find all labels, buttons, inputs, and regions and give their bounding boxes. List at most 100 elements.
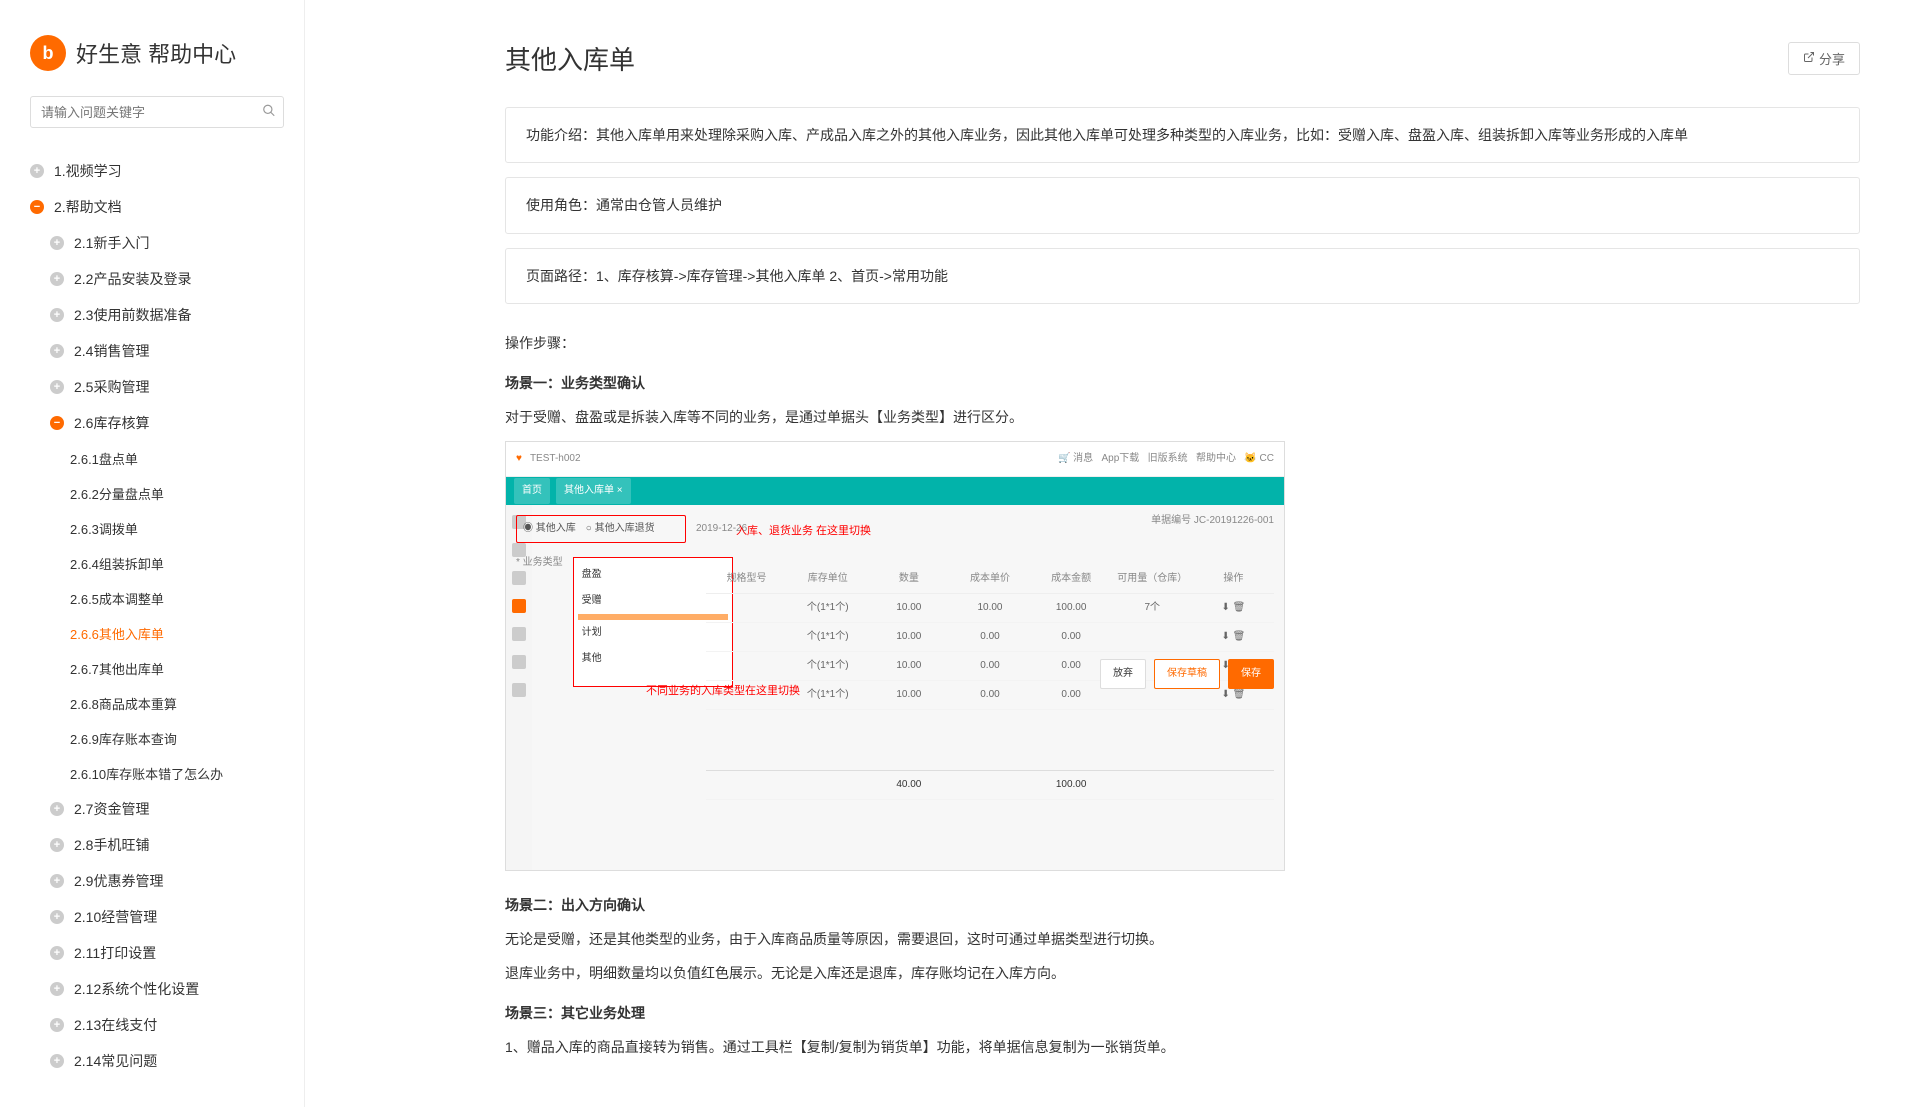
share-button[interactable]: 分享 xyxy=(1788,42,1860,75)
scene3-title: 场景三：其它业务处理 xyxy=(505,999,1860,1027)
expand-icon xyxy=(50,308,64,322)
logo: b 好生意 帮助中心 xyxy=(30,35,284,71)
tab-home: 首页 xyxy=(514,478,550,504)
nav-item[interactable]: 2.14常见问题 xyxy=(30,1043,284,1079)
nav-item[interactable]: 2.8手机旺铺 xyxy=(30,827,284,863)
sum-qty: 40.00 xyxy=(868,775,949,795)
share-icon xyxy=(1803,51,1815,66)
nav-label: 2.6.10库存账本错了怎么办 xyxy=(70,764,223,783)
intro-box: 功能介绍：其他入库单用来处理除采购入库、产成品入库之外的其他入库业务，因此其他入… xyxy=(505,107,1860,163)
nav-label: 1.视频学习 xyxy=(54,161,122,181)
nav-item[interactable]: 2.6.1盘点单 xyxy=(30,441,284,476)
path-label: 页面路径： xyxy=(526,268,596,284)
nav-label: 2.6.4组装拆卸单 xyxy=(70,554,164,573)
collapse-icon xyxy=(30,200,44,214)
expand-icon xyxy=(50,272,64,286)
intro-text: 其他入库单用来处理除采购入库、产成品入库之外的其他入库业务，因此其他入库单可处理… xyxy=(596,127,1688,143)
nav-label: 2.7资金管理 xyxy=(74,799,149,819)
nav-item[interactable]: 2.13在线支付 xyxy=(30,1007,284,1043)
search-input[interactable] xyxy=(30,96,284,128)
nav-label: 2.8手机旺铺 xyxy=(74,835,149,855)
share-label: 分享 xyxy=(1819,49,1845,68)
nav-item[interactable]: 2.6.6其他入库单 xyxy=(30,616,284,651)
nav-label: 2.6库存核算 xyxy=(74,413,149,433)
nav-item[interactable]: 2.6.5成本调整单 xyxy=(30,581,284,616)
expand-icon xyxy=(50,344,64,358)
nav-item[interactable]: 2.12系统个性化设置 xyxy=(30,971,284,1007)
role-box: 使用角色：通常由仓管人员维护 xyxy=(505,177,1860,233)
nav-item[interactable]: 1.视频学习 xyxy=(30,153,284,189)
role-label: 使用角色： xyxy=(526,197,596,213)
search-box xyxy=(30,96,284,128)
path-text: 1、库存核算->库存管理->其他入库单 2、首页->常用功能 xyxy=(596,268,948,284)
nav-item[interactable]: 2.6.9库存账本查询 xyxy=(30,721,284,756)
main-content: 其他入库单 分享 功能介绍：其他入库单用来处理除采购入库、产成品入库之外的其他入… xyxy=(305,0,1920,1107)
nav-item[interactable]: 2.6.7其他出库单 xyxy=(30,651,284,686)
nav-item[interactable]: 2.6.10库存账本错了怎么办 xyxy=(30,756,284,791)
nav-item[interactable]: 2.10经营管理 xyxy=(30,899,284,935)
btn-cancel: 放弃 xyxy=(1100,659,1146,689)
env-label: TEST-h002 xyxy=(530,449,581,469)
nav-label: 2.1新手入门 xyxy=(74,233,149,253)
nav-label: 2.5采购管理 xyxy=(74,377,149,397)
annotation-1: 入库、退货业务 在这里切换 xyxy=(736,520,871,542)
nav-item[interactable]: 2.4销售管理 xyxy=(30,333,284,369)
nav-label: 2.6.1盘点单 xyxy=(70,449,138,468)
nav-item[interactable]: 2.5采购管理 xyxy=(30,369,284,405)
scene2-text1: 无论是受赠，还是其他类型的业务，由于入库商品质量等原因，需要退回，这时可通过单据… xyxy=(505,925,1860,953)
nav-item[interactable]: 2.6.8商品成本重算 xyxy=(30,686,284,721)
expand-icon xyxy=(50,982,64,996)
tab-doc: 其他入库单 × xyxy=(556,478,631,504)
collapse-icon xyxy=(50,416,64,430)
radio-return: 其他入库退货 xyxy=(595,523,655,534)
nav-item[interactable]: 2.1新手入门 xyxy=(30,225,284,261)
embedded-screenshot: ♥ TEST-h002 🛒 消息 App下载 旧版系统 帮助中心 🐱 CC 首页… xyxy=(505,441,1285,871)
nav-label: 2.6.8商品成本重算 xyxy=(70,694,177,713)
nav-label: 2.6.3调拨单 xyxy=(70,519,138,538)
expand-icon xyxy=(50,1018,64,1032)
nav-item[interactable]: 2.9优惠券管理 xyxy=(30,863,284,899)
nav-item[interactable]: 2.2产品安装及登录 xyxy=(30,261,284,297)
nav-item[interactable]: 2.3使用前数据准备 xyxy=(30,297,284,333)
role-text: 通常由仓管人员维护 xyxy=(596,197,722,213)
sum-amt: 100.00 xyxy=(1031,775,1112,795)
nav-label: 2.4销售管理 xyxy=(74,341,149,361)
nav-label: 2.6.6其他入库单 xyxy=(70,624,164,643)
nav-item[interactable]: 2.11打印设置 xyxy=(30,935,284,971)
nav-item[interactable]: 2.7资金管理 xyxy=(30,791,284,827)
scene1-title: 场景一：业务类型确认 xyxy=(505,369,1860,397)
nav-label: 2.10经营管理 xyxy=(74,907,157,927)
content-body: 操作步骤： 场景一：业务类型确认 对于受赠、盘盈或是拆装入库等不同的业务，是通过… xyxy=(505,329,1860,1061)
nav-label: 2.6.7其他出库单 xyxy=(70,659,164,678)
expand-icon xyxy=(50,838,64,852)
nav-label: 2.6.5成本调整单 xyxy=(70,589,164,608)
nav-label: 2.12系统个性化设置 xyxy=(74,979,199,999)
steps-heading: 操作步骤： xyxy=(505,329,1860,357)
expand-icon xyxy=(30,164,44,178)
nav-item[interactable]: 2.6.2分量盘点单 xyxy=(30,476,284,511)
nav-label: 2.帮助文档 xyxy=(54,197,122,217)
nav-label: 2.3使用前数据准备 xyxy=(74,305,191,325)
nav-item[interactable]: 2.帮助文档 xyxy=(30,189,284,225)
nav-label: 2.11打印设置 xyxy=(74,943,156,963)
expand-icon xyxy=(50,946,64,960)
nav-item[interactable]: 2.6.3调拨单 xyxy=(30,511,284,546)
scene3-text: 1、赠品入库的商品直接转为销售。通过工具栏【复制/复制为销货单】功能，将单据信息… xyxy=(505,1033,1860,1061)
nav-label: 2.6.2分量盘点单 xyxy=(70,484,164,503)
nav-label: 2.13在线支付 xyxy=(74,1015,157,1035)
expand-icon xyxy=(50,236,64,250)
scene2-title: 场景二：出入方向确认 xyxy=(505,891,1860,919)
doc-no: 单据编号 JC-20191226-001 xyxy=(1151,511,1274,531)
expand-icon xyxy=(50,1054,64,1068)
nav-item[interactable]: 2.6库存核算 xyxy=(30,405,284,441)
nav-item[interactable]: 2.6.4组装拆卸单 xyxy=(30,546,284,581)
scene2-text2: 退库业务中，明细数量均以负值红色展示。无论是入库还是退库，库存账均记在入库方向。 xyxy=(505,959,1860,987)
intro-label: 功能介绍： xyxy=(526,127,596,143)
search-icon[interactable] xyxy=(262,104,276,121)
expand-icon xyxy=(50,380,64,394)
btn-draft: 保存草稿 xyxy=(1154,659,1220,689)
topbar-icons: 🛒 消息 App下载 旧版系统 帮助中心 🐱 CC xyxy=(1058,449,1274,469)
btn-save: 保存 xyxy=(1228,659,1274,689)
scene1-text: 对于受赠、盘盈或是拆装入库等不同的业务，是通过单据头【业务类型】进行区分。 xyxy=(505,403,1860,431)
path-box: 页面路径：1、库存核算->库存管理->其他入库单 2、首页->常用功能 xyxy=(505,248,1860,304)
